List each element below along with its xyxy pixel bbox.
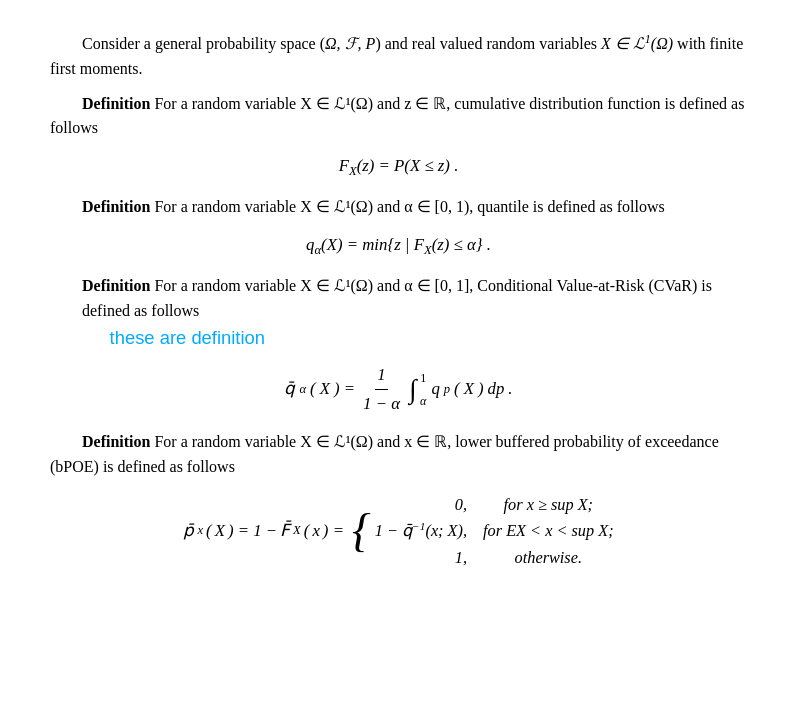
def4-text: Definition For a random variable X ∈ ℒ¹(… [50, 430, 747, 480]
definition-1: Definition For a random variable X ∈ ℒ¹(… [50, 92, 747, 182]
left-brace: { [352, 507, 371, 554]
def1-label: Definition [82, 95, 150, 112]
case-1-cond: for EX < x < sup X; [483, 518, 614, 544]
case-1-val: 1 − q̄−1(x; X), [375, 518, 467, 544]
main-content: Consider a general probability space (Ω,… [50, 30, 747, 570]
case-2-val: 1, [375, 545, 467, 570]
def4-formula: p̄x(X) = 1 − F̄X(x) = { 0, for x ≥ sup X… [50, 492, 747, 570]
def4-label: Definition [82, 433, 150, 450]
case-2-cond: otherwise. [483, 545, 614, 570]
definition-4: Definition For a random variable X ∈ ℒ¹(… [50, 430, 747, 570]
def2-formula: qα(X) = min{z | FX(z) ≤ α} . [50, 232, 747, 261]
definition-2: Definition For a random variable X ∈ ℒ¹(… [50, 195, 747, 260]
def2-label: Definition [82, 198, 150, 215]
def1-text: Definition For a random variable X ∈ ℒ¹(… [50, 92, 747, 142]
case-0-cond: for x ≥ sup X; [483, 492, 614, 517]
def3-formula: q̄α(X) = 1 1 − α ∫ 1 α qp(X)dp . [50, 362, 747, 417]
def1-formula: FX(z) = P(X ≤ z) . [50, 153, 747, 182]
cases-table: 0, for x ≥ sup X; 1 − q̄−1(x; X), for EX… [375, 492, 614, 570]
definition-3: Definition For a random variable X ∈ ℒ¹(… [50, 274, 747, 417]
def3-text: Definition For a random variable X ∈ ℒ¹(… [50, 274, 747, 352]
def3-label: Definition [82, 277, 150, 294]
case-0-val: 0, [375, 492, 467, 517]
intro-paragraph: Consider a general probability space (Ω,… [50, 30, 747, 82]
def2-text: Definition For a random variable X ∈ ℒ¹(… [50, 195, 747, 220]
cases-brace-container: { 0, for x ≥ sup X; 1 − q̄−1(x; X), for … [352, 492, 614, 570]
annotation-text: these are definition [110, 324, 265, 353]
